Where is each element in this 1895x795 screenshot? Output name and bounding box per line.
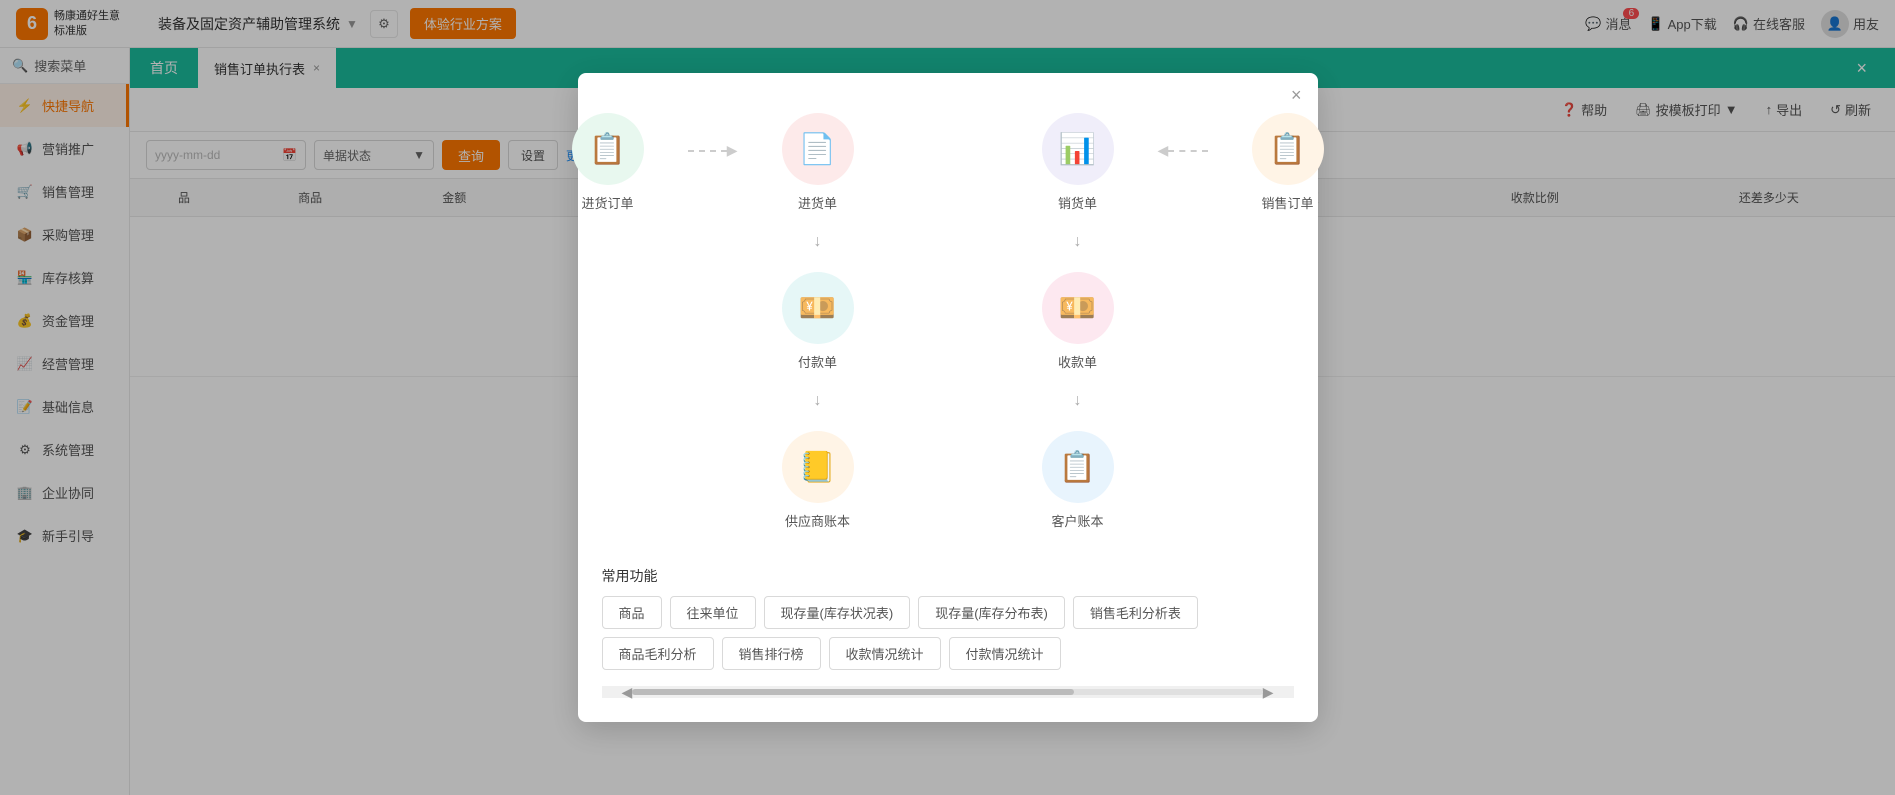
arrow-down-pb: ↓ (738, 233, 898, 251)
common-function-button[interactable]: 收款情况统计 (829, 637, 941, 670)
common-function-button[interactable]: 商品 (602, 596, 662, 629)
common-functions: 常用功能 商品往来单位现存量(库存状况表)现存量(库存分布表)销售毛利分析表商品… (602, 566, 1294, 670)
common-function-button[interactable]: 现存量(库存状况表) (764, 596, 911, 629)
flow-customer-ledger[interactable]: 📋 客户账本 (998, 415, 1158, 546)
flow-payment[interactable]: 💴 付款单 (738, 256, 898, 387)
arrow-down-sb: ↓ (998, 233, 1158, 251)
common-functions-title: 常用功能 (602, 566, 1294, 586)
scroll-thumb[interactable] (632, 689, 1073, 695)
flow-receipt[interactable]: 💴 收款单 (998, 256, 1158, 387)
arrow-so-to-sb: ◀ (1158, 142, 1208, 183)
scroll-area: ◀ ▶ (602, 686, 1294, 698)
common-function-button[interactable]: 商品毛利分析 (602, 637, 714, 670)
modal-close-button[interactable]: × (1291, 85, 1302, 106)
arrow-down-rec: ↓ (998, 392, 1158, 410)
flow-purchase-order[interactable]: 📋 进货订单 (528, 97, 688, 228)
scroll-left-icon[interactable]: ◀ (622, 684, 633, 701)
common-function-button[interactable]: 现存量(库存分布表) (918, 596, 1065, 629)
flow-supplier-ledger[interactable]: 📒 供应商账本 (738, 415, 898, 546)
arrow-down-pay: ↓ (738, 392, 898, 410)
flow-sale-order[interactable]: 📋 销售订单 (1208, 97, 1368, 228)
flow-sale-bill[interactable]: 📊 销货单 (998, 97, 1158, 228)
common-function-button[interactable]: 往来单位 (670, 596, 756, 629)
common-functions-buttons: 商品往来单位现存量(库存状况表)现存量(库存分布表)销售毛利分析表商品毛利分析销… (602, 596, 1294, 670)
quick-nav-modal: × 📋 进货订单 ▶ 📄 进货单 (578, 73, 1318, 722)
common-function-button[interactable]: 销售排行榜 (722, 637, 821, 670)
common-function-button[interactable]: 付款情况统计 (949, 637, 1061, 670)
scroll-right-icon[interactable]: ▶ (1263, 684, 1274, 701)
scroll-track[interactable] (632, 689, 1262, 695)
arrow-po-to-pb: ▶ (688, 142, 738, 183)
modal-overlay: × 📋 进货订单 ▶ 📄 进货单 (0, 0, 1895, 795)
common-function-button[interactable]: 销售毛利分析表 (1073, 596, 1198, 629)
flow-purchase-bill[interactable]: 📄 进货单 (738, 97, 898, 228)
